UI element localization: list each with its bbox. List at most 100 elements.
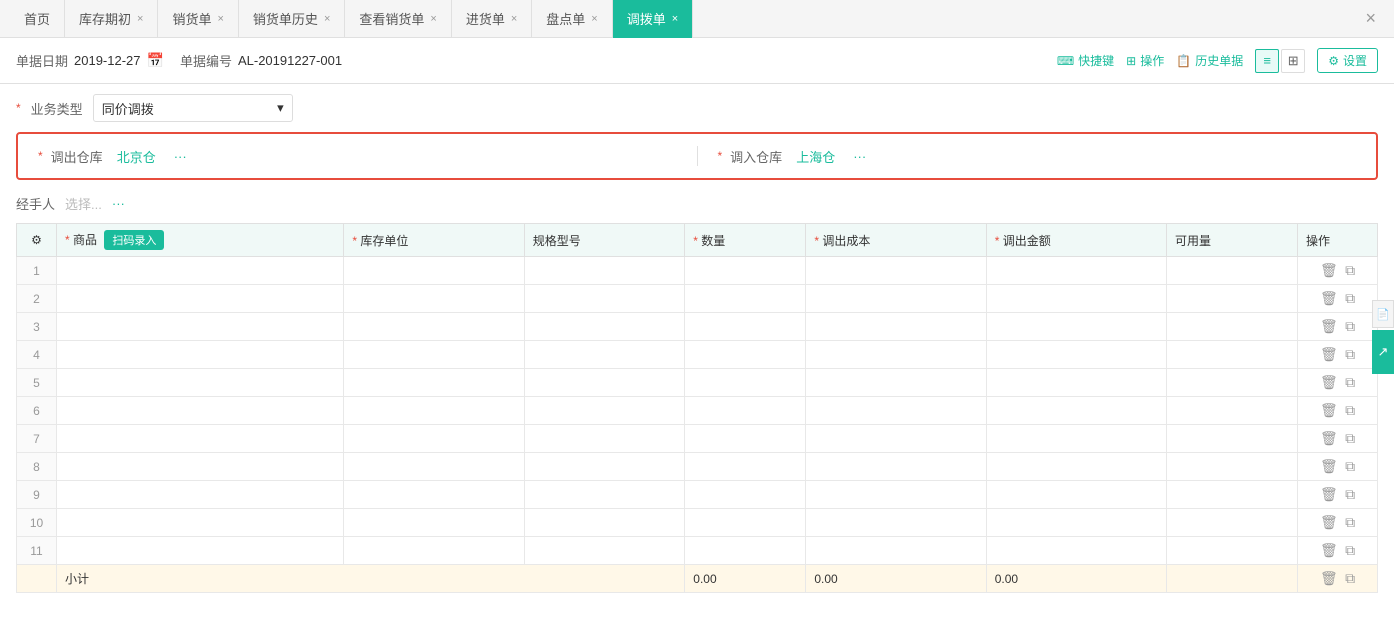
tab-check-sales[interactable]: 查看销货单 × [345,0,451,38]
cell-qty-8[interactable] [685,453,806,481]
tab-close-check-sales[interactable]: × [430,13,436,25]
tab-close-inventory-check[interactable]: × [591,13,597,25]
cell-transfer-cost-1[interactable] [806,257,986,285]
cell-available-7[interactable] [1167,425,1298,453]
cell-spec-10[interactable] [524,509,685,537]
cell-available-10[interactable] [1167,509,1298,537]
cell-qty-2[interactable] [685,285,806,313]
cell-product-7[interactable] [57,425,344,453]
copy-icon-11[interactable]: ⧉ [1345,542,1355,558]
cell-qty-5[interactable] [685,369,806,397]
delete-icon-5[interactable]: 🗑 [1320,374,1338,390]
history-action[interactable]: 📋 历史单据 [1176,52,1243,69]
cell-available-2[interactable] [1167,285,1298,313]
settings-button[interactable]: ⚙ 设置 [1317,48,1378,73]
cell-transfer-amount-6[interactable] [986,397,1166,425]
cell-transfer-amount-5[interactable] [986,369,1166,397]
cell-transfer-amount-1[interactable] [986,257,1166,285]
business-type-select[interactable]: 同价调拨 ▾ [93,94,293,122]
cell-spec-8[interactable] [524,453,685,481]
cell-product-3[interactable] [57,313,344,341]
cell-qty-7[interactable] [685,425,806,453]
tab-close-purchase-order[interactable]: × [511,13,517,25]
cell-transfer-cost-2[interactable] [806,285,986,313]
cell-spec-4[interactable] [524,341,685,369]
cell-available-3[interactable] [1167,313,1298,341]
transfer-out-more[interactable]: ··· [174,149,187,164]
copy-icon-4[interactable]: ⧉ [1345,346,1355,362]
cell-spec-5[interactable] [524,369,685,397]
transfer-in-more[interactable]: ··· [853,149,866,164]
delete-icon-3[interactable]: 🗑 [1320,318,1338,334]
delete-icon-4[interactable]: 🗑 [1320,346,1338,362]
cell-stock-unit-4[interactable] [344,341,524,369]
subtotal-copy-icon[interactable]: ⧉ [1345,570,1355,586]
cell-stock-unit-1[interactable] [344,257,524,285]
tab-close-sales-order[interactable]: × [217,13,223,25]
cell-transfer-amount-11[interactable] [986,537,1166,565]
cell-available-9[interactable] [1167,481,1298,509]
cell-available-5[interactable] [1167,369,1298,397]
copy-icon-8[interactable]: ⧉ [1345,458,1355,474]
cell-qty-6[interactable] [685,397,806,425]
cell-product-11[interactable] [57,537,344,565]
cell-available-8[interactable] [1167,453,1298,481]
delete-icon-11[interactable]: 🗑 [1320,542,1338,558]
cell-transfer-amount-9[interactable] [986,481,1166,509]
cell-transfer-cost-10[interactable] [806,509,986,537]
cell-qty-10[interactable] [685,509,806,537]
cell-available-6[interactable] [1167,397,1298,425]
operations-action[interactable]: ⊞ 操作 [1126,52,1164,69]
copy-icon-3[interactable]: ⧉ [1345,318,1355,334]
cell-available-11[interactable] [1167,537,1298,565]
tab-inventory-check[interactable]: 盘点单 × [532,0,612,38]
delete-icon-7[interactable]: 🗑 [1320,430,1338,446]
copy-icon-2[interactable]: ⧉ [1345,290,1355,306]
tab-sales-history[interactable]: 销货单历史 × [239,0,345,38]
cell-transfer-cost-4[interactable] [806,341,986,369]
copy-icon-1[interactable]: ⧉ [1345,262,1355,278]
subtotal-delete-icon[interactable]: 🗑 [1320,570,1338,586]
delete-icon-6[interactable]: 🗑 [1320,402,1338,418]
cell-transfer-amount-7[interactable] [986,425,1166,453]
tab-close-inventory-init[interactable]: × [137,13,143,25]
tab-transfer-order[interactable]: 调拨单 × [613,0,693,38]
shortcuts-action[interactable]: ⌨ 快捷键 [1057,52,1114,69]
cell-spec-11[interactable] [524,537,685,565]
copy-icon-10[interactable]: ⧉ [1345,514,1355,530]
cell-transfer-cost-8[interactable] [806,453,986,481]
cell-product-1[interactable] [57,257,344,285]
cell-spec-3[interactable] [524,313,685,341]
copy-icon-7[interactable]: ⧉ [1345,430,1355,446]
tab-close-transfer-order[interactable]: × [672,13,678,25]
cell-qty-3[interactable] [685,313,806,341]
side-expand-button[interactable]: ↗ [1372,330,1394,374]
cell-qty-9[interactable] [685,481,806,509]
copy-icon-6[interactable]: ⧉ [1345,402,1355,418]
side-doc-button[interactable]: 📄 [1372,300,1394,328]
delete-icon-9[interactable]: 🗑 [1320,486,1338,502]
calendar-icon[interactable]: 📅 [147,52,164,69]
cell-transfer-cost-9[interactable] [806,481,986,509]
cell-product-5[interactable] [57,369,344,397]
copy-icon-9[interactable]: ⧉ [1345,486,1355,502]
cell-product-8[interactable] [57,453,344,481]
cell-stock-unit-3[interactable] [344,313,524,341]
cell-stock-unit-11[interactable] [344,537,524,565]
cell-spec-6[interactable] [524,397,685,425]
cell-product-9[interactable] [57,481,344,509]
tab-purchase-order[interactable]: 进货单 × [452,0,532,38]
scan-button[interactable]: 扫码录入 [104,230,164,250]
cell-stock-unit-9[interactable] [344,481,524,509]
tab-sales-order[interactable]: 销货单 × [158,0,238,38]
cell-spec-9[interactable] [524,481,685,509]
cell-stock-unit-5[interactable] [344,369,524,397]
cell-transfer-amount-8[interactable] [986,453,1166,481]
th-gear[interactable]: ⚙ [17,224,57,257]
cell-available-1[interactable] [1167,257,1298,285]
cell-transfer-cost-7[interactable] [806,425,986,453]
delete-icon-2[interactable]: 🗑 [1320,290,1338,306]
cell-stock-unit-2[interactable] [344,285,524,313]
cell-spec-1[interactable] [524,257,685,285]
cell-qty-11[interactable] [685,537,806,565]
